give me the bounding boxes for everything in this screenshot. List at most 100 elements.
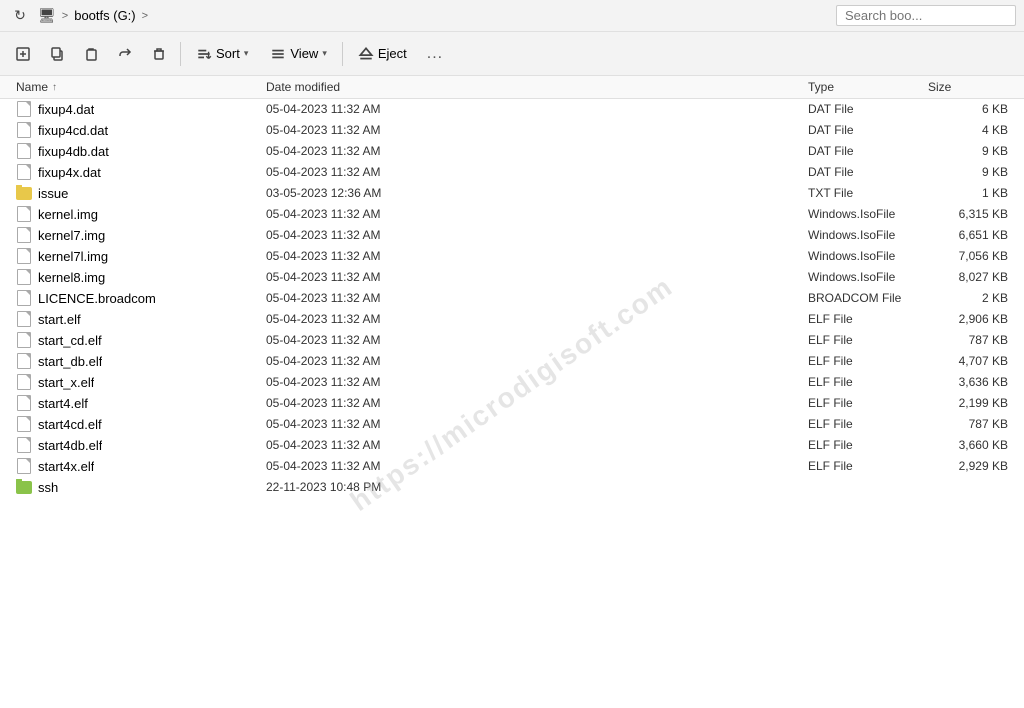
file-size: 2 KB xyxy=(928,291,1008,305)
toolbar: Sort ▾ View ▾ Eject ... xyxy=(0,32,1024,76)
file-icon xyxy=(16,458,32,474)
table-row[interactable]: fixup4x.dat 05-04-2023 11:32 AM DAT File… xyxy=(0,162,1024,183)
file-type: DAT File xyxy=(808,102,928,116)
file-size: 6,651 KB xyxy=(928,228,1008,242)
file-icon xyxy=(16,374,32,390)
file-name: start_x.elf xyxy=(38,375,94,390)
file-size: 9 KB xyxy=(928,144,1008,158)
file-name-cell: fixup4cd.dat xyxy=(16,122,266,138)
refresh-button[interactable]: ↻ xyxy=(8,7,32,24)
file-name-cell: fixup4db.dat xyxy=(16,143,266,159)
view-button[interactable]: View ▾ xyxy=(261,41,335,67)
file-icon xyxy=(16,185,32,201)
file-icon xyxy=(16,227,32,243)
file-name-cell: kernel.img xyxy=(16,206,266,222)
search-input[interactable] xyxy=(836,5,1016,26)
file-name: kernel7.img xyxy=(38,228,105,243)
file-name-cell: start4cd.elf xyxy=(16,416,266,432)
table-row[interactable]: start_x.elf 05-04-2023 11:32 AM ELF File… xyxy=(0,372,1024,393)
new-button[interactable] xyxy=(8,41,38,67)
table-row[interactable]: start.elf 05-04-2023 11:32 AM ELF File 2… xyxy=(0,309,1024,330)
table-row[interactable]: start_db.elf 05-04-2023 11:32 AM ELF Fil… xyxy=(0,351,1024,372)
table-row[interactable]: kernel.img 05-04-2023 11:32 AM Windows.I… xyxy=(0,204,1024,225)
file-size: 6,315 KB xyxy=(928,207,1008,221)
file-type: Windows.IsoFile xyxy=(808,228,928,242)
table-row[interactable]: fixup4cd.dat 05-04-2023 11:32 AM DAT Fil… xyxy=(0,120,1024,141)
table-row[interactable]: start4db.elf 05-04-2023 11:32 AM ELF Fil… xyxy=(0,435,1024,456)
file-name-cell: start_cd.elf xyxy=(16,332,266,348)
file-icon xyxy=(16,143,32,159)
file-size: 6 KB xyxy=(928,102,1008,116)
column-headers: Name ↑ Date modified Type Size xyxy=(0,76,1024,99)
delete-button[interactable] xyxy=(144,41,174,67)
file-name-cell: fixup4x.dat xyxy=(16,164,266,180)
file-name: LICENCE.broadcom xyxy=(38,291,156,306)
table-row[interactable]: start4x.elf 05-04-2023 11:32 AM ELF File… xyxy=(0,456,1024,477)
file-name: kernel8.img xyxy=(38,270,105,285)
file-date: 05-04-2023 11:32 AM xyxy=(266,438,808,452)
col-name[interactable]: Name ↑ xyxy=(16,80,266,94)
file-icon xyxy=(16,437,32,453)
name-sort-icon: ↑ xyxy=(52,82,57,93)
table-row[interactable]: fixup4.dat 05-04-2023 11:32 AM DAT File … xyxy=(0,99,1024,120)
file-icon xyxy=(16,416,32,432)
file-date: 05-04-2023 11:32 AM xyxy=(266,417,808,431)
col-type[interactable]: Type xyxy=(808,80,928,94)
col-size[interactable]: Size xyxy=(928,80,1008,94)
table-row[interactable]: issue 03-05-2023 12:36 AM TXT File 1 KB xyxy=(0,183,1024,204)
file-name-cell: kernel7l.img xyxy=(16,248,266,264)
file-type: DAT File xyxy=(808,165,928,179)
file-icon xyxy=(16,332,32,348)
file-type: ELF File xyxy=(808,417,928,431)
title-bar: ↻ 🖥 > bootfs (G:) > xyxy=(0,0,1024,32)
share-button[interactable] xyxy=(110,41,140,67)
table-row[interactable]: kernel8.img 05-04-2023 11:32 AM Windows.… xyxy=(0,267,1024,288)
file-icon xyxy=(16,395,32,411)
table-row[interactable]: ssh 22-11-2023 10:48 PM xyxy=(0,477,1024,498)
sort-button[interactable]: Sort ▾ xyxy=(187,41,257,67)
view-chevron: ▾ xyxy=(322,48,327,59)
file-size: 3,636 KB xyxy=(928,375,1008,389)
file-date: 05-04-2023 11:32 AM xyxy=(266,396,808,410)
breadcrumb-chevron-2: > xyxy=(142,10,148,22)
file-list: fixup4.dat 05-04-2023 11:32 AM DAT File … xyxy=(0,99,1024,703)
table-row[interactable]: start4cd.elf 05-04-2023 11:32 AM ELF Fil… xyxy=(0,414,1024,435)
monitor-icon: 🖥 xyxy=(38,7,56,24)
file-icon xyxy=(16,353,32,369)
sort-chevron: ▾ xyxy=(244,48,249,59)
col-date[interactable]: Date modified xyxy=(266,80,808,94)
paste-button[interactable] xyxy=(76,41,106,67)
file-date: 05-04-2023 11:32 AM xyxy=(266,291,808,305)
file-name: issue xyxy=(38,186,68,201)
file-name: start4db.elf xyxy=(38,438,102,453)
file-type: DAT File xyxy=(808,144,928,158)
file-size: 3,660 KB xyxy=(928,438,1008,452)
file-icon xyxy=(16,311,32,327)
copy-button[interactable] xyxy=(42,41,72,67)
file-type: ELF File xyxy=(808,396,928,410)
file-type: Windows.IsoFile xyxy=(808,249,928,263)
file-name: kernel.img xyxy=(38,207,98,222)
file-icon xyxy=(16,248,32,264)
breadcrumb-path[interactable]: bootfs (G:) xyxy=(74,8,135,23)
file-name-cell: start_db.elf xyxy=(16,353,266,369)
table-row[interactable]: start_cd.elf 05-04-2023 11:32 AM ELF Fil… xyxy=(0,330,1024,351)
file-date: 05-04-2023 11:32 AM xyxy=(266,102,808,116)
table-row[interactable]: LICENCE.broadcom 05-04-2023 11:32 AM BRO… xyxy=(0,288,1024,309)
file-type: ELF File xyxy=(808,438,928,452)
table-row[interactable]: kernel7l.img 05-04-2023 11:32 AM Windows… xyxy=(0,246,1024,267)
file-date: 05-04-2023 11:32 AM xyxy=(266,144,808,158)
file-name: fixup4x.dat xyxy=(38,165,101,180)
toolbar-separator-1 xyxy=(180,42,181,66)
table-row[interactable]: start4.elf 05-04-2023 11:32 AM ELF File … xyxy=(0,393,1024,414)
breadcrumb-chevron-1: > xyxy=(62,10,68,22)
table-row[interactable]: fixup4db.dat 05-04-2023 11:32 AM DAT Fil… xyxy=(0,141,1024,162)
file-date: 05-04-2023 11:32 AM xyxy=(266,333,808,347)
file-icon xyxy=(16,122,32,138)
table-row[interactable]: kernel7.img 05-04-2023 11:32 AM Windows.… xyxy=(0,225,1024,246)
file-name-cell: start_x.elf xyxy=(16,374,266,390)
eject-button[interactable]: Eject xyxy=(349,41,416,67)
file-date: 05-04-2023 11:32 AM xyxy=(266,249,808,263)
more-button[interactable]: ... xyxy=(420,40,450,68)
file-type: ELF File xyxy=(808,375,928,389)
